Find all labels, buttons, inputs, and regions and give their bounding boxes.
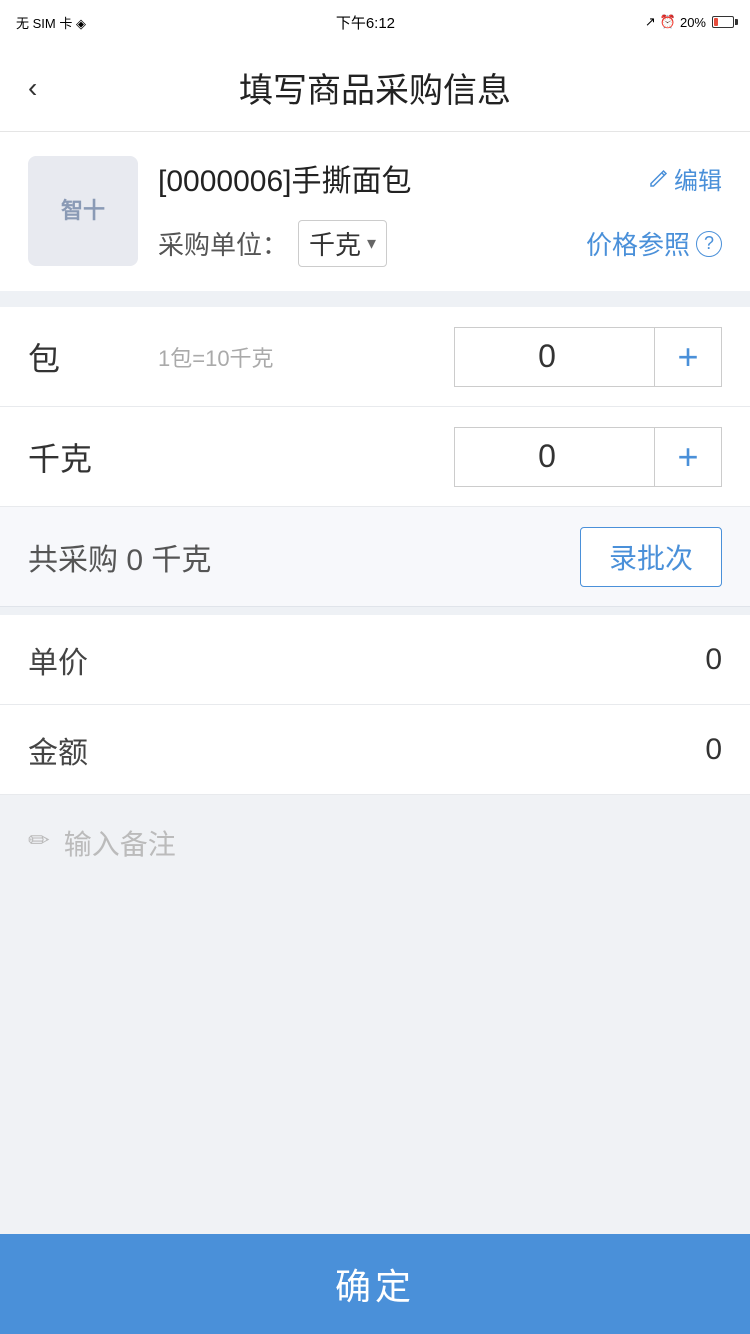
pencil-icon: ✏ [28, 825, 50, 856]
total-unit: 千克 [151, 544, 211, 577]
confirm-button[interactable]: 确定 [0, 1234, 750, 1334]
status-time: 下午6:12 [336, 12, 395, 33]
confirm-label: 确定 [335, 1258, 415, 1310]
battery-percent: 20% [680, 15, 706, 30]
status-right: ↗ ⏰ 20% [645, 14, 734, 30]
total-text: 共采购 0 千克 [28, 535, 211, 579]
unit-label: 采购单位： [158, 225, 288, 262]
pack-quantity-input[interactable] [454, 327, 654, 387]
kg-label: 千克 [28, 434, 148, 480]
price-value: 0 [705, 643, 722, 677]
product-card: 智十 [0000006]手撕面包 编辑 采购单位： 千克 ▾ [0, 132, 750, 299]
product-logo: 智十 [61, 198, 105, 224]
total-row: 共采购 0 千克 录批次 [0, 507, 750, 607]
battery-icon [712, 16, 734, 28]
total-amount: 0 [126, 544, 143, 577]
price-row: 单价 0 [0, 615, 750, 705]
empty-area [0, 915, 750, 1215]
chevron-down-icon: ▾ [367, 233, 376, 254]
pack-input-row: 包 1包=10千克 + [0, 307, 750, 407]
nav-bar: ‹ 填写商品采购信息 [0, 44, 750, 132]
divider-1 [0, 299, 750, 307]
amount-value: 0 [705, 733, 722, 767]
unit-select[interactable]: 千克 ▾ [298, 220, 387, 267]
unit-value: 千克 [309, 225, 361, 262]
pack-sublabel: 1包=10千克 [158, 341, 274, 373]
remark-area[interactable]: ✏ 输入备注 [0, 795, 750, 915]
divider-2 [0, 607, 750, 615]
kg-input-group: + [454, 427, 722, 487]
product-name: [0000006]手撕面包 [158, 156, 411, 200]
product-info: [0000006]手撕面包 编辑 采购单位： 千克 ▾ 价格参照 ? [158, 156, 722, 267]
amount-label: 金额 [28, 728, 88, 772]
status-left: 无 SIM 卡 ◈ [16, 13, 86, 32]
pack-input-group: + [454, 327, 722, 387]
info-icon: ? [696, 231, 722, 257]
product-thumbnail: 智十 [28, 156, 138, 266]
amount-row: 金额 0 [0, 705, 750, 795]
product-unit-row: 采购单位： 千克 ▾ 价格参照 ? [158, 220, 722, 267]
status-bar: 无 SIM 卡 ◈ 下午6:12 ↗ ⏰ 20% [0, 0, 750, 44]
price-ref-button[interactable]: 价格参照 ? [586, 225, 722, 262]
kg-quantity-input[interactable] [454, 427, 654, 487]
remark-placeholder: 输入备注 [64, 823, 176, 863]
back-button[interactable]: ‹ [28, 72, 37, 104]
price-label: 单价 [28, 638, 88, 682]
page-title: 填写商品采购信息 [239, 63, 511, 112]
product-header: [0000006]手撕面包 编辑 [158, 156, 722, 200]
pack-plus-button[interactable]: + [654, 327, 722, 387]
price-ref-label: 价格参照 [586, 225, 690, 262]
pack-label: 包 [28, 334, 148, 380]
kg-plus-button[interactable]: + [654, 427, 722, 487]
kg-input-row: 千克 + [0, 407, 750, 507]
batch-button[interactable]: 录批次 [580, 527, 722, 587]
signal-icon: ↗ [645, 14, 656, 30]
alarm-icon: ⏰ [660, 14, 676, 30]
edit-button[interactable]: 编辑 [648, 161, 722, 196]
